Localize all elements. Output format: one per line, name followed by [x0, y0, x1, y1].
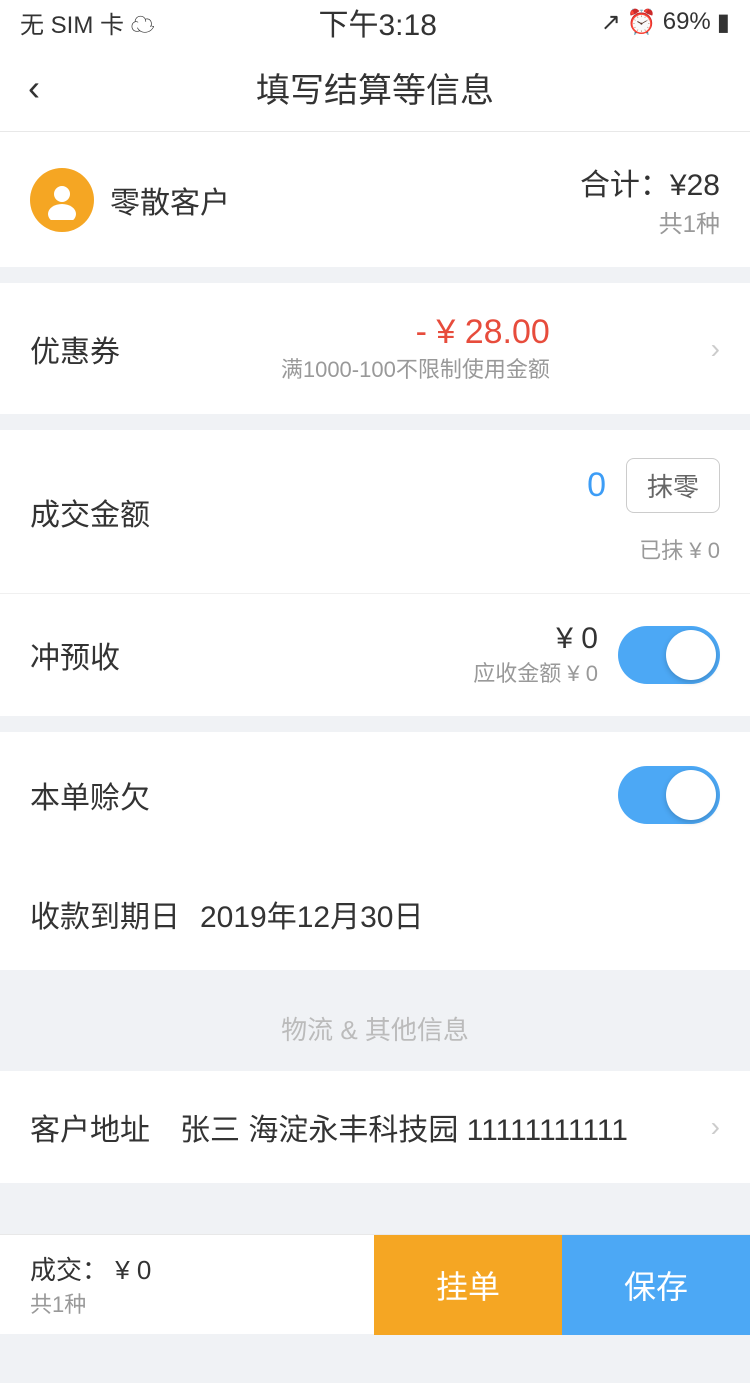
customer-total: 合计：¥28 共1种 — [580, 160, 720, 239]
prepay-row: 冲预收 ¥ 0 应收金额 ¥ 0 — [0, 594, 750, 716]
due-date-label: 收款到期日 — [30, 892, 180, 936]
deal-amount-label: 成交金额 — [30, 490, 150, 534]
save-button[interactable]: 保存 — [562, 1235, 750, 1335]
status-time: 下午3:18 — [319, 0, 437, 44]
bottom-info: 成交： ¥ 0 共1种 — [0, 1250, 374, 1319]
coupon-section[interactable]: 优惠券 - ¥ 28.00 满1000-100不限制使用金额 › — [0, 283, 750, 414]
deal-amount-right: 0 抹零 已抹 ¥ 0 — [587, 458, 720, 565]
address-value: 张三 海淀永丰科技园 11111111111 — [180, 1105, 711, 1149]
debt-toggle[interactable] — [618, 766, 720, 824]
due-date-row: 收款到期日 2019年12月30日 — [0, 858, 750, 970]
customer-name: 零散客户 — [110, 178, 230, 222]
status-right: ↗ ⏰ 69% ▮ — [601, 8, 730, 37]
coupon-label: 优惠券 — [30, 327, 120, 371]
customer-section: 零散客户 合计：¥28 共1种 — [0, 132, 750, 267]
chevron-right-icon: › — [711, 333, 720, 365]
coupon-value: - ¥ 28.00 — [281, 313, 550, 352]
prepay-toggle[interactable] — [618, 626, 720, 684]
debt-section: 本单赊欠 收款到期日 2019年12月30日 — [0, 732, 750, 970]
bottom-deal-label: 成交： ¥ 0 — [30, 1250, 344, 1287]
debt-toggle-knob — [666, 770, 716, 820]
sim-text: 无 SIM 卡 ☁ — [20, 5, 155, 40]
total-count: 共1种 — [580, 204, 720, 239]
debt-row: 本单赊欠 — [0, 732, 750, 858]
status-left: 无 SIM 卡 ☁ — [20, 5, 155, 40]
toggle-knob — [666, 630, 716, 680]
deal-amount-top: 0 抹零 — [587, 458, 720, 513]
battery-text: 69% — [663, 8, 711, 36]
avatar — [30, 168, 94, 232]
logistics-divider: 物流 & 其他信息 — [0, 986, 750, 1071]
address-section[interactable]: 客户地址 张三 海淀永丰科技园 11111111111 › — [0, 1071, 750, 1183]
address-chevron-icon: › — [711, 1111, 720, 1143]
deal-amount-value: 0 — [587, 466, 606, 505]
hang-button[interactable]: 挂单 — [374, 1235, 562, 1335]
deal-amount-sub: 已抹 ¥ 0 — [639, 533, 720, 565]
bottom-count-label: 共1种 — [30, 1287, 344, 1319]
alarm-icon: ⏰ — [627, 8, 657, 37]
prepay-amounts: ¥ 0 应收金额 ¥ 0 — [473, 622, 598, 688]
nav-bar: ‹ 填写结算等信息 — [0, 44, 750, 132]
prepay-main-amount: ¥ 0 — [473, 622, 598, 656]
coupon-right: - ¥ 28.00 满1000-100不限制使用金额 — [281, 313, 550, 384]
back-button[interactable]: ‹ — [28, 67, 40, 109]
customer-info: 零散客户 — [30, 168, 230, 232]
prepay-right: ¥ 0 应收金额 ¥ 0 — [473, 622, 720, 688]
battery-icon: ▮ — [717, 8, 730, 37]
debt-label: 本单赊欠 — [30, 773, 150, 817]
deal-amount-row: 成交金额 0 抹零 已抹 ¥ 0 — [0, 430, 750, 594]
round-zero-button[interactable]: 抹零 — [626, 458, 720, 513]
logistics-label: 物流 & 其他信息 — [281, 1015, 469, 1045]
due-date-value: 2019年12月30日 — [200, 892, 423, 936]
total-amount: 合计：¥28 — [580, 160, 720, 204]
prepay-sub-amount: 应收金额 ¥ 0 — [473, 656, 598, 688]
page-title: 填写结算等信息 — [256, 63, 494, 112]
prepay-label: 冲预收 — [30, 633, 120, 677]
status-bar: 无 SIM 卡 ☁ 下午3:18 ↗ ⏰ 69% ▮ — [0, 0, 750, 44]
navigation-icon: ↗ — [601, 8, 621, 37]
bottom-bar: 成交： ¥ 0 共1种 挂单 保存 — [0, 1234, 750, 1334]
coupon-row[interactable]: 优惠券 - ¥ 28.00 满1000-100不限制使用金额 › — [0, 283, 750, 414]
amount-section: 成交金额 0 抹零 已抹 ¥ 0 冲预收 ¥ 0 应收金额 ¥ 0 — [0, 430, 750, 716]
coupon-sub: 满1000-100不限制使用金额 — [281, 352, 550, 384]
address-label: 客户地址 — [30, 1105, 150, 1149]
